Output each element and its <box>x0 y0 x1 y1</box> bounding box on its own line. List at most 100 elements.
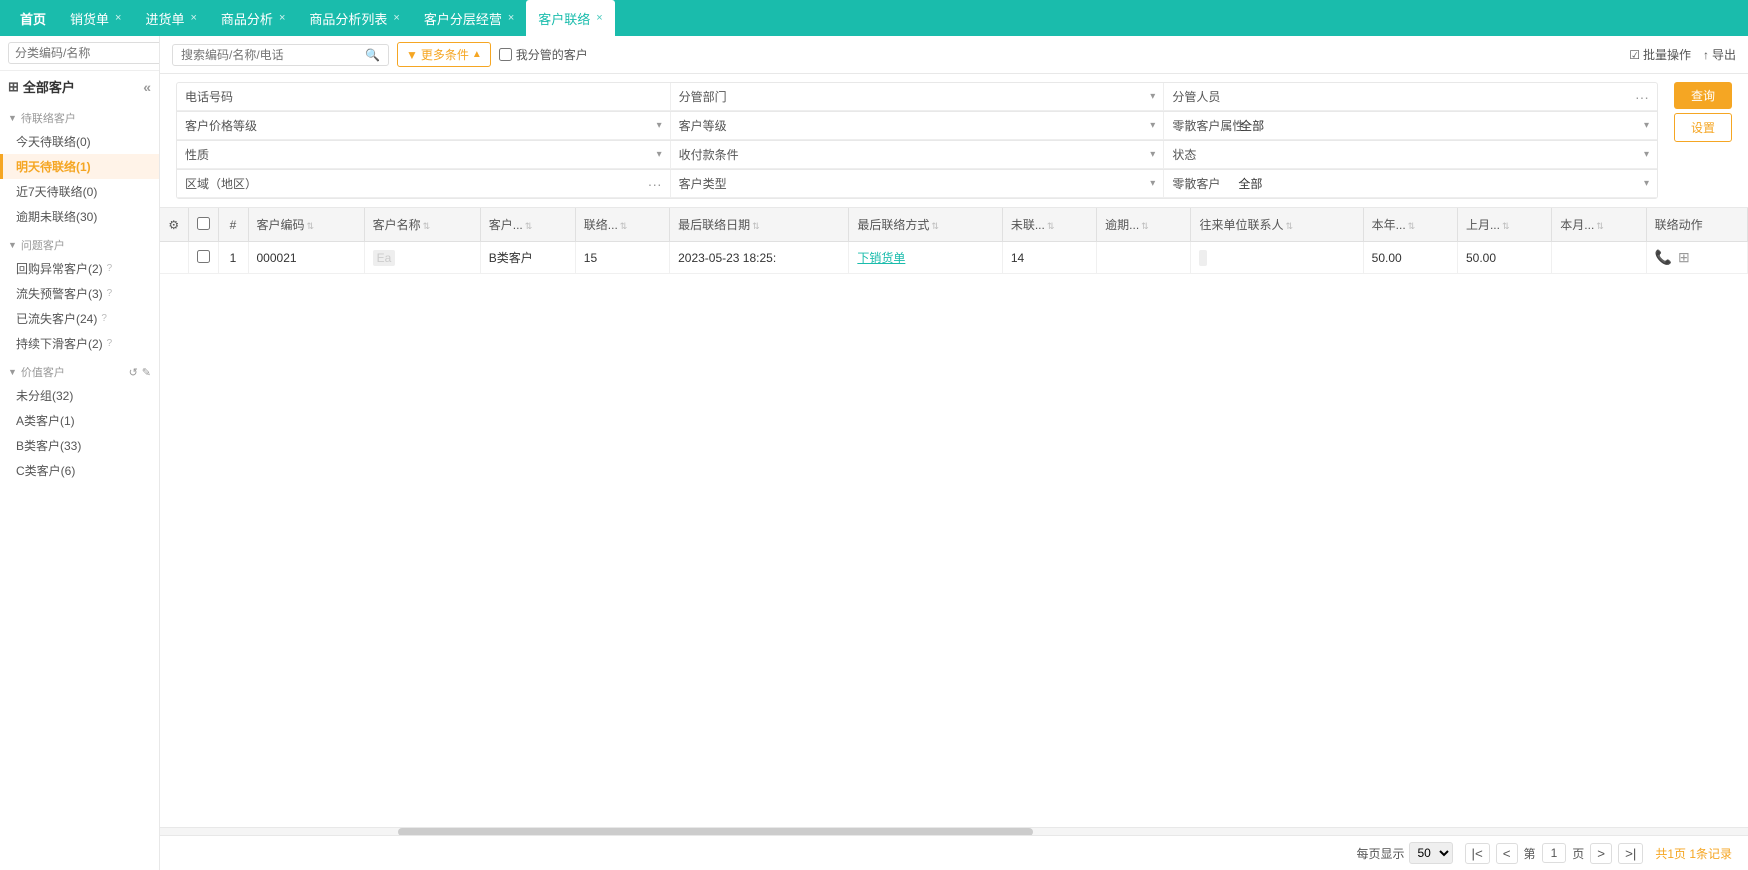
page-size-select[interactable]: 50 <box>1409 842 1453 864</box>
help-icon[interactable]: ? <box>107 263 113 274</box>
close-icon[interactable]: × <box>279 12 285 24</box>
prev-page-button[interactable]: < <box>1496 843 1518 864</box>
sort-icon: ⇅ <box>752 221 760 231</box>
close-icon[interactable]: × <box>393 12 399 24</box>
last-page-button[interactable]: >| <box>1618 843 1643 864</box>
sidebar-item-today-pending[interactable]: 今天待联络(0) <box>0 129 159 154</box>
sidebar-item-all-customers[interactable]: ⊞ 全部客户 « <box>0 71 159 102</box>
table-body: 1 000021 Ea B类客户 15 2023-05-23 18:25: 下销… <box>160 242 1748 274</box>
export-icon: ↑ <box>1703 48 1709 62</box>
col-header-no-contact[interactable]: 未联...⇅ <box>1002 208 1096 242</box>
sort-icon: ⇅ <box>1047 221 1055 231</box>
col-header-overdue[interactable]: 逾期...⇅ <box>1097 208 1191 242</box>
col-header-gear: ⚙ <box>160 208 188 242</box>
row-last-contact-method: 下销货单 <box>849 242 1003 274</box>
filter-phone-input[interactable] <box>251 90 662 104</box>
more-action-icon[interactable]: ⊞ <box>1678 249 1690 266</box>
nav-home[interactable]: 首页 <box>8 0 58 36</box>
nav-customer-contact[interactable]: 客户联络 × <box>526 0 614 36</box>
sidebar-item-class-c[interactable]: C类客户(6) <box>0 458 159 483</box>
chevron-down-icon: ▾ <box>1150 178 1155 189</box>
query-button[interactable]: 查询 <box>1674 82 1732 109</box>
help-icon[interactable]: ? <box>101 313 107 324</box>
filter-dept-select[interactable]: ▾ <box>745 91 1156 102</box>
toolbar-search-icon[interactable]: 🔍 <box>365 48 380 62</box>
horizontal-scrollbar[interactable] <box>160 827 1748 835</box>
filter-customer-type-select[interactable]: ▾ <box>745 178 1156 189</box>
filter-nature-select[interactable]: ▾ <box>251 149 662 160</box>
sidebar-item-ungrouped[interactable]: 未分组(32) <box>0 383 159 408</box>
chevron-down-icon: ▾ <box>1644 178 1649 189</box>
sidebar-search-input[interactable] <box>8 42 160 64</box>
settings-button[interactable]: 设置 <box>1674 113 1732 142</box>
row-unit-contact <box>1191 242 1363 274</box>
toolbar-search-input[interactable] <box>181 48 361 62</box>
sidebar-item-churn-warning[interactable]: 流失预警客户(3) ? <box>0 281 159 306</box>
more-filter-button[interactable]: ▼ 更多条件 ▲ <box>397 42 491 67</box>
sidebar-item-class-a[interactable]: A类客户(1) <box>0 408 159 433</box>
col-header-code[interactable]: 客户编码⇅ <box>248 208 364 242</box>
filter-payment-terms-select[interactable]: ▾ <box>745 149 1156 160</box>
col-header-unit-contact[interactable]: 往来单位联系人⇅ <box>1191 208 1363 242</box>
filter-manager-more[interactable]: ··· <box>1635 89 1649 105</box>
sidebar-item-tomorrow-pending[interactable]: 明天待联络(1) <box>0 154 159 179</box>
select-all-checkbox[interactable] <box>197 217 210 230</box>
filter-customer-type: 客户类型 ▾ <box>671 170 1165 198</box>
sort-icon: ⇅ <box>1502 221 1510 231</box>
filter-phone-label: 电话号码 <box>185 88 245 105</box>
close-icon[interactable]: × <box>190 12 196 24</box>
nav-customer-tier[interactable]: 客户分层经营 × <box>412 0 526 36</box>
col-header-this-month[interactable]: 本月...⇅ <box>1552 208 1646 242</box>
col-header-last-contact-method[interactable]: 最后联络方式⇅ <box>849 208 1003 242</box>
refresh-icon[interactable]: ↺ <box>129 366 138 379</box>
close-icon[interactable]: × <box>115 12 121 24</box>
phone-action-icon[interactable]: 📞 <box>1655 249 1672 266</box>
export-button[interactable]: ↑ 导出 <box>1703 46 1736 63</box>
filter-region-more[interactable]: ··· <box>648 176 662 192</box>
col-header-contact-count[interactable]: 联络...⇅ <box>575 208 669 242</box>
sidebar-item-churned[interactable]: 已流失客户(24) ? <box>0 306 159 331</box>
row-last-month: 50.00 <box>1457 242 1551 274</box>
filter-status-label: 状态 <box>1172 146 1232 163</box>
row-checkbox[interactable] <box>197 250 210 263</box>
last-contact-method-link[interactable]: 下销货单 <box>857 251 905 265</box>
nav-product-analysis[interactable]: 商品分析 × <box>209 0 297 36</box>
first-page-button[interactable]: |< <box>1465 843 1490 864</box>
filter-customer-tier-select[interactable]: ▾ <box>745 120 1156 131</box>
my-customer-checkbox-label[interactable]: 我分管的客户 <box>499 46 588 63</box>
col-header-last-month[interactable]: 上月...⇅ <box>1457 208 1551 242</box>
nav-product-analysis-list[interactable]: 商品分析列表 × <box>297 0 411 36</box>
help-icon[interactable]: ? <box>107 288 113 299</box>
sort-icon: ⇅ <box>620 221 628 231</box>
sidebar-item-7days-pending[interactable]: 近7天待联络(0) <box>0 179 159 204</box>
nav-purchase-order[interactable]: 进货单 × <box>133 0 208 36</box>
help-icon[interactable]: ? <box>107 338 113 349</box>
filter-panel: 电话号码 分管部门 ▾ 分管人员 <box>160 74 1748 208</box>
next-page-button[interactable]: > <box>1590 843 1612 864</box>
filter-scattered-customer-select[interactable]: 全部 ▾ <box>1238 175 1649 192</box>
collapse-icon[interactable]: « <box>143 79 151 95</box>
col-header-name[interactable]: 客户名称⇅ <box>364 208 480 242</box>
my-customer-checkbox[interactable] <box>499 48 512 61</box>
sidebar-item-repurchase-abnormal[interactable]: 回购异常客户(2) ? <box>0 256 159 281</box>
col-header-this-year[interactable]: 本年...⇅ <box>1363 208 1457 242</box>
filter-price-tier-select[interactable]: ▾ <box>253 120 662 131</box>
nav-sales-order[interactable]: 销货单 × <box>58 0 133 36</box>
edit-icon[interactable]: ✎ <box>142 366 151 379</box>
filter-scattered-attr-select[interactable]: 全部 ▾ <box>1240 117 1649 134</box>
sidebar-item-overdue-contact[interactable]: 逾期未联络(30) <box>0 204 159 229</box>
sidebar-item-class-b[interactable]: B类客户(33) <box>0 433 159 458</box>
row-action-icons: 📞 ⊞ <box>1655 249 1739 266</box>
grid-icon: ⊞ <box>8 79 19 95</box>
filter-status-select[interactable]: ▾ <box>1238 149 1649 160</box>
bulk-operation-button[interactable]: ☑ 批量操作 <box>1629 46 1691 63</box>
gear-icon[interactable]: ⚙ <box>168 218 179 232</box>
chevron-up-icon: ▲ <box>472 49 482 60</box>
col-header-last-contact-date[interactable]: 最后联络日期⇅ <box>670 208 849 242</box>
filter-manager-label: 分管人员 <box>1172 88 1232 105</box>
col-header-action: 联络动作 <box>1646 208 1747 242</box>
sidebar-item-declining[interactable]: 持续下滑客户(2) ? <box>0 331 159 356</box>
col-header-type[interactable]: 客户...⇅ <box>480 208 575 242</box>
close-icon[interactable]: × <box>596 12 602 24</box>
close-icon[interactable]: × <box>508 12 514 24</box>
